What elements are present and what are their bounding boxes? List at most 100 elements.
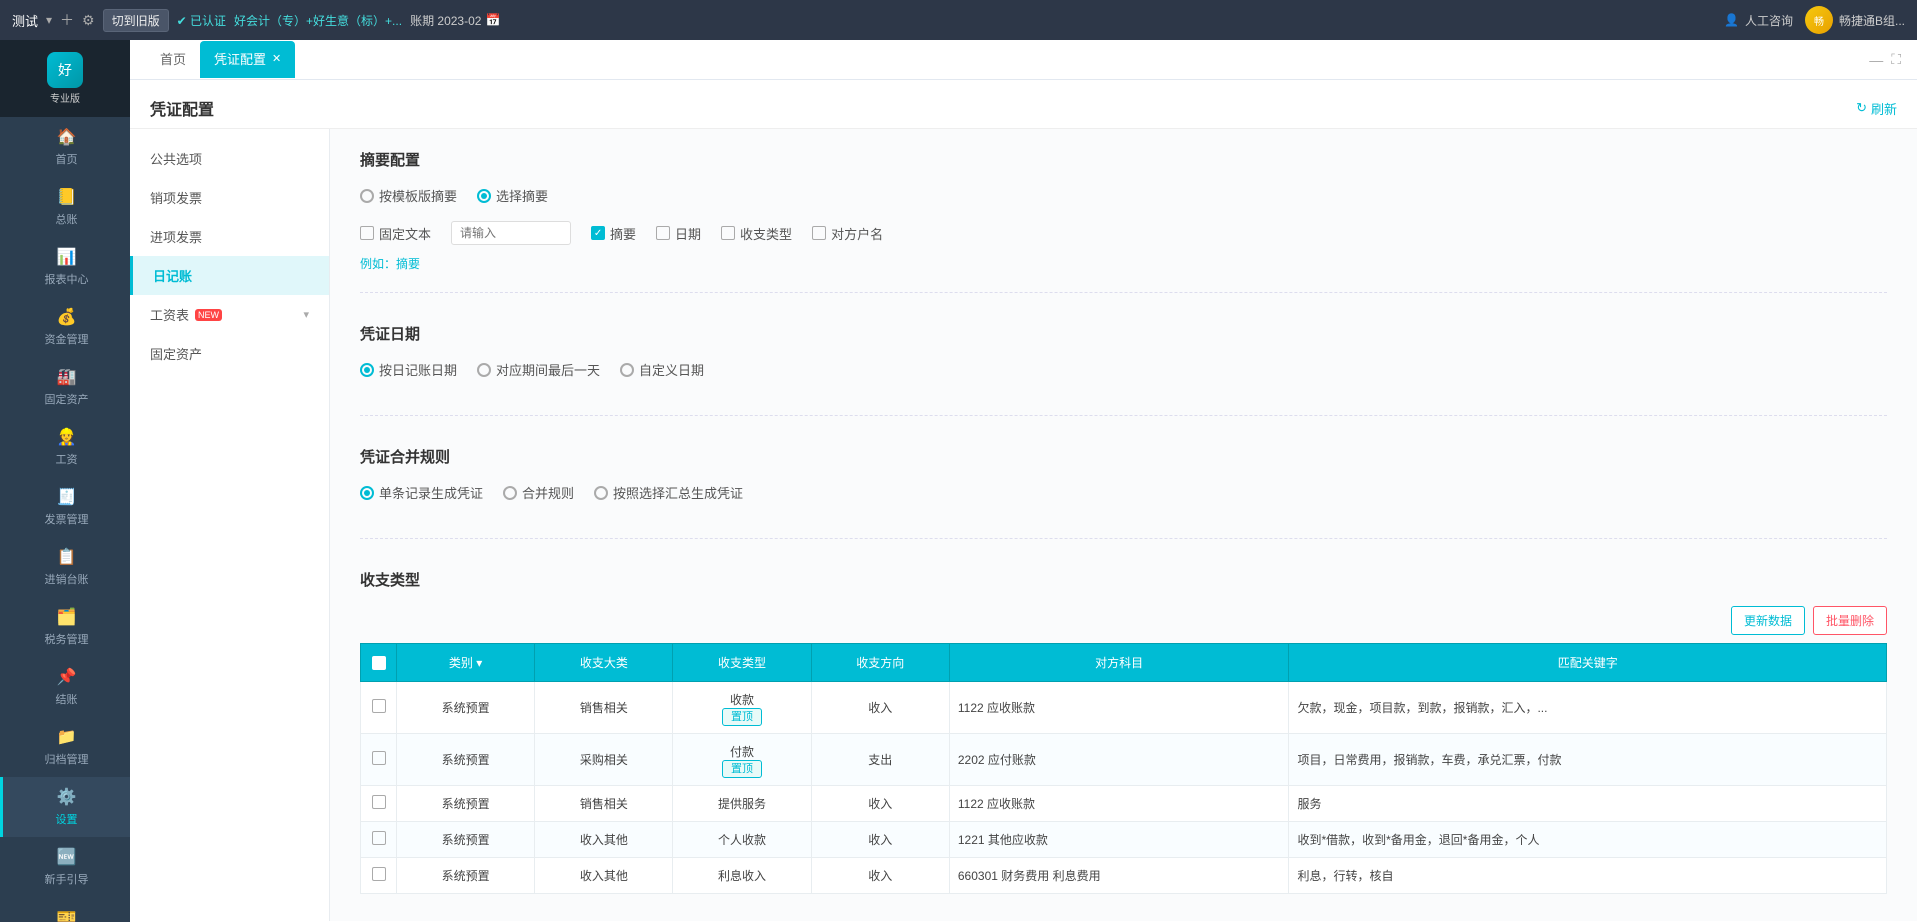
close-account-icon: 📌 (57, 667, 77, 687)
table-toolbar: 更新数据 批量删除 (360, 606, 1887, 635)
tab-close-icon[interactable]: ✕ (272, 52, 281, 65)
table-header-row: ✓ 类别 ▾ 收支大类 收支类型 收支方向 对方科目 匹配关键字 (361, 644, 1887, 682)
td-major-type: 销售相关 (535, 682, 673, 734)
radio-circle-checked (360, 363, 374, 377)
member-icon: 🎫 (57, 907, 77, 922)
sidebar-item-tax[interactable]: 🗂️ 税务管理 (0, 597, 130, 657)
sidebar-item-label: 首页 (56, 151, 78, 167)
radio-select-summary[interactable]: 选择摘要 (477, 186, 548, 205)
td-category: 系统预置 (397, 822, 535, 858)
checkbox-date[interactable]: 日期 (656, 224, 701, 243)
tab-minimize-button[interactable]: — (1869, 51, 1883, 68)
td-type: 付款 置顶 (673, 734, 811, 786)
sidebar-item-purchase-sales[interactable]: 📋 进销台账 (0, 537, 130, 597)
radio-circle (360, 189, 374, 203)
radio-period-last-day[interactable]: 对应期间最后一天 (477, 360, 600, 379)
row-checkbox[interactable] (361, 822, 397, 858)
table-row: 系统预置 收入其他 个人收款 收入 1221 其他应收款 收到*借款，收到*备用… (361, 822, 1887, 858)
td-category: 系统预置 (397, 682, 535, 734)
checkbox-summary[interactable]: ✓ 摘要 (591, 224, 636, 243)
left-nav-purchase-invoice[interactable]: 进项发票 (130, 217, 329, 256)
radio-merge-rule[interactable]: 合并规则 (503, 483, 574, 502)
left-nav-journal[interactable]: 日记账 (130, 256, 329, 295)
summary-radio-group: 按模板版摘要 选择摘要 (360, 186, 1887, 205)
td-keywords: 欠款，现金，项目款，到款，报销款，汇入，... (1289, 682, 1887, 734)
calendar-icon[interactable]: 📅 (485, 13, 500, 27)
tab-voucher-config[interactable]: 凭证配置 ✕ (200, 41, 295, 78)
config-layout: 公共选项 销项发票 进项发票 日记账 工资表 NEW ▾ (130, 129, 1917, 921)
income-expense-title: 收支类型 (360, 569, 1887, 590)
archive-icon: 📁 (57, 727, 77, 747)
fund-icon: 💰 (57, 307, 77, 327)
sidebar-item-guide[interactable]: 🆕 新手引导 (0, 837, 130, 897)
td-direction: 收入 (811, 786, 949, 822)
checkbox-box (360, 226, 374, 240)
new-badge: NEW (195, 309, 222, 321)
top-tag-button[interactable]: 置顶 (722, 708, 762, 726)
sidebar-item-home[interactable]: 🏠 首页 (0, 117, 130, 177)
top-tag-button[interactable]: 置顶 (722, 760, 762, 778)
sidebar-item-close-account[interactable]: 📌 结账 (0, 657, 130, 717)
ledger-icon: 📒 (57, 187, 77, 207)
radio-custom-date[interactable]: 自定义日期 (620, 360, 704, 379)
radio-template-summary[interactable]: 按模板版摘要 (360, 186, 457, 205)
status-tag: ✔ 已认证 (177, 12, 226, 29)
sidebar-item-fixed-assets[interactable]: 🏭 固定资产 (0, 357, 130, 417)
checkbox-fixed-text[interactable]: 固定文本 (360, 224, 431, 243)
refresh-button[interactable]: ↻ 刷新 (1856, 99, 1897, 118)
radio-single-record[interactable]: 单条记录生成凭证 (360, 483, 483, 502)
invoice-icon: 🧾 (57, 487, 77, 507)
sidebar-item-label: 税务管理 (45, 631, 89, 647)
sidebar-item-salary[interactable]: 👷 工资 (0, 417, 130, 477)
th-select-all[interactable]: ✓ (361, 644, 397, 682)
batch-delete-button[interactable]: 批量删除 (1813, 606, 1887, 635)
sidebar-item-label: 发票管理 (45, 511, 89, 527)
purchase-sales-icon: 📋 (57, 547, 77, 567)
reports-icon: 📊 (57, 247, 77, 267)
update-data-button[interactable]: 更新数据 (1731, 606, 1805, 635)
main-container: 好 专业版 🏠 首页 📒 总账 📊 报表中心 💰 资金管理 🏭 固定资产 👷 工… (0, 40, 1917, 922)
left-nav-public[interactable]: 公共选项 (130, 139, 329, 178)
td-category: 系统预置 (397, 786, 535, 822)
radio-journal-date[interactable]: 按日记账日期 (360, 360, 457, 379)
radio-aggregate[interactable]: 按照选择汇总生成凭证 (594, 483, 743, 502)
row-checkbox[interactable] (361, 858, 397, 894)
sidebar-item-settings[interactable]: ⚙️ 设置 (0, 777, 130, 837)
radio-circle (503, 486, 517, 500)
sidebar-item-archive[interactable]: 📁 归档管理 (0, 717, 130, 777)
sidebar-item-invoice[interactable]: 🧾 发票管理 (0, 477, 130, 537)
left-nav-payroll[interactable]: 工资表 NEW ▾ (130, 295, 329, 334)
row-checkbox[interactable] (361, 786, 397, 822)
top-bar: 测试 ▾ ＋ ⚙ 切到旧版 ✔ 已认证 好会计（专）+好生意（标）+... 账期… (0, 0, 1917, 40)
td-account: 2202 应付账款 (949, 734, 1289, 786)
sidebar-item-reports[interactable]: 📊 报表中心 (0, 237, 130, 297)
th-major-type: 收支大类 (535, 644, 673, 682)
left-nav-sales-invoice[interactable]: 销项发票 (130, 178, 329, 217)
summary-config-title: 摘要配置 (360, 149, 1887, 170)
row-checkbox[interactable] (361, 682, 397, 734)
td-category: 系统预置 (397, 734, 535, 786)
checkbox-counterparty[interactable]: 对方户名 (812, 224, 883, 243)
row-checkbox[interactable] (361, 734, 397, 786)
logo-icon: 好 (47, 52, 83, 88)
help-btn[interactable]: 👤 人工咨询 (1724, 12, 1793, 29)
sidebar-item-ledger[interactable]: 📒 总账 (0, 177, 130, 237)
settings-icon[interactable]: ⚙ (82, 12, 95, 29)
tab-home[interactable]: 首页 (146, 41, 200, 78)
sidebar-item-fund[interactable]: 💰 资金管理 (0, 297, 130, 357)
th-keywords: 匹配关键字 (1289, 644, 1887, 682)
fixed-text-input[interactable] (451, 221, 571, 245)
td-category: 系统预置 (397, 858, 535, 894)
page-title: 凭证配置 (150, 96, 214, 120)
checkbox-income-type[interactable]: 收支类型 (721, 224, 792, 243)
checkbox-box-checked: ✓ (591, 226, 605, 240)
content-area: 首页 凭证配置 ✕ — ⛶ 凭证配置 ↻ 刷新 公共选项 (130, 40, 1917, 922)
sidebar-item-member[interactable]: 🎫 畅会员 (0, 897, 130, 922)
left-nav-fixed-assets[interactable]: 固定资产 (130, 334, 329, 373)
switch-version-button[interactable]: 切到旧版 (103, 9, 169, 32)
user-info[interactable]: 畅 畅捷通B组... (1805, 6, 1905, 34)
tab-maximize-button[interactable]: ⛶ (1891, 51, 1901, 68)
dropdown-arrow-icon[interactable]: ▾ (46, 13, 52, 27)
add-icon[interactable]: ＋ (60, 10, 74, 30)
td-account: 660301 财务费用 利息费用 (949, 858, 1289, 894)
